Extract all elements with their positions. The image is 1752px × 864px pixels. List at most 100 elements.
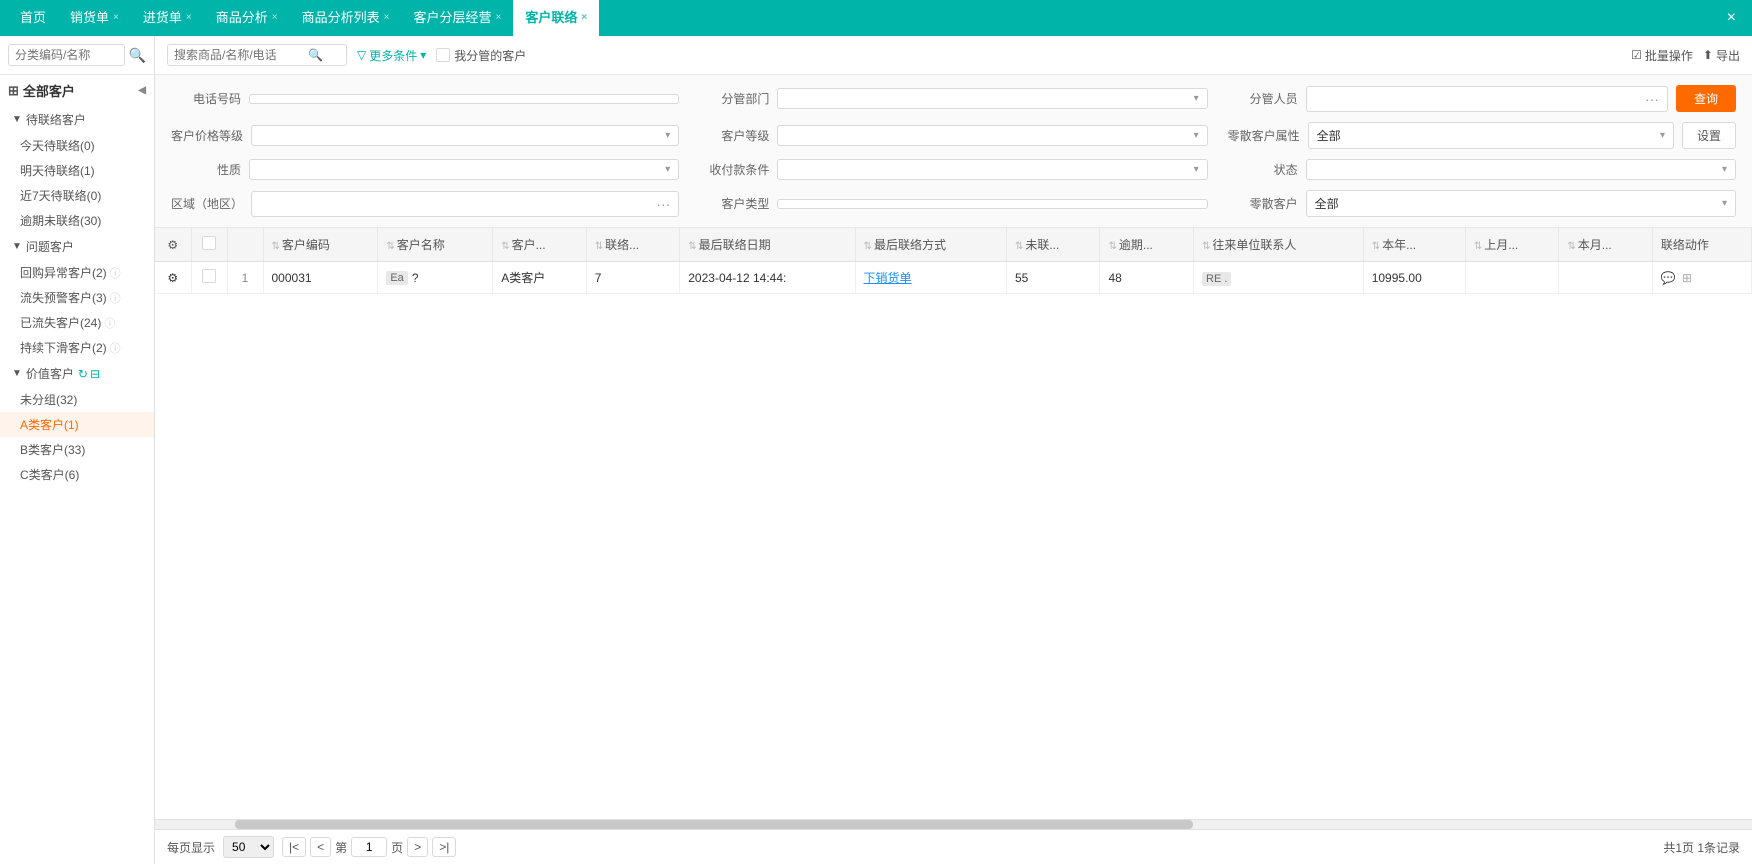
sidebar-search-icon[interactable]: 🔍 [129,47,146,64]
th-this-year[interactable]: ⇅本年... [1363,228,1465,262]
filter-retail-customer-control[interactable]: 全部▾ [1306,190,1736,217]
row-checkbox-cell[interactable] [191,262,227,294]
filter-dept-control[interactable]: ▾ [777,88,1207,109]
nav-sales-close[interactable]: × [113,0,119,36]
sidebar-search-input[interactable] [8,44,125,66]
sidebar-group-value[interactable]: ▼ 价值客户 ↻ ⊟ [0,360,154,387]
my-customers-checkbox[interactable] [436,48,450,62]
retail-attr-chevron-icon: ▾ [1660,130,1665,141]
filter-retail-attr-control[interactable]: 全部▾ [1308,122,1674,149]
sidebar-item-abnormal-repurchase[interactable]: 回购异常客户(2) ⓘ [0,260,154,285]
first-page-btn[interactable]: |< [282,837,306,857]
th-check[interactable] [191,228,227,262]
sidebar-item-b-class[interactable]: B类客户(33) [0,437,154,462]
th-code[interactable]: ⇅客户编码 [263,228,378,262]
filter-customer-type-control[interactable] [777,199,1207,209]
filter-price-level-control[interactable]: ▾ [251,125,679,146]
filter-region-control[interactable]: ··· [251,191,679,217]
th-customer-type[interactable]: ⇅客户... [493,228,587,262]
sidebar-item-7days-pending[interactable]: 近7天待联络(0) [0,183,154,208]
export-btn[interactable]: ⬆ 导出 [1703,47,1740,64]
th-gear[interactable]: ⚙ [155,228,191,262]
nav-customer-contact-close[interactable]: × [581,0,587,36]
sidebar-item-declining[interactable]: 持续下滑客户(2) ⓘ [0,335,154,360]
sidebar-item-ungrouped[interactable]: 未分组(32) [0,387,154,412]
nav-product-analysis-close[interactable]: × [272,0,278,36]
filter-search-icon[interactable]: 🔍 [308,48,323,62]
th-uncontacted[interactable]: ⇅未联... [1006,228,1100,262]
row-last-contact-method[interactable]: 下销货单 [855,262,1006,294]
filter-customer-level-control[interactable]: ▾ [777,125,1207,146]
last-page-btn[interactable]: >| [432,837,456,857]
nav-customer-stratification-close[interactable]: × [495,0,501,36]
nav-customer-stratification[interactable]: 客户分层经营 × [401,0,513,36]
th-last-month[interactable]: ⇅上月... [1465,228,1559,262]
th-last-contact-method[interactable]: ⇅最后联络方式 [855,228,1006,262]
sort-method-icon: ⇅ [864,241,872,252]
row-code[interactable]: 000031 [263,262,378,294]
sidebar-group-pending[interactable]: ▼ 待联络客户 [0,106,154,133]
more-conditions-btn[interactable]: ▽ 更多条件 ▾ [357,47,426,64]
my-customers-checkbox-area[interactable]: 我分管的客户 [436,47,526,64]
next-page-btn[interactable]: > [407,837,428,857]
filter-status-control[interactable]: ▾ [1306,159,1736,180]
retail-customer-chevron-icon: ▾ [1722,198,1727,209]
header-checkbox[interactable] [202,236,216,250]
th-name[interactable]: ⇅客户名称 [378,228,493,262]
close-all-tabs[interactable]: × [1719,9,1744,27]
row-checkbox[interactable] [202,269,216,283]
nav-product-analysis[interactable]: 商品分析 × [204,0,290,36]
sidebar-item-overdue[interactable]: 逾期未联络(30) [0,208,154,233]
query-button[interactable]: 查询 [1676,85,1736,112]
nav-home[interactable]: 首页 [8,0,58,36]
scrollbar-thumb[interactable] [235,820,1193,829]
th-overdue[interactable]: ⇅逾期... [1100,228,1194,262]
row-name[interactable]: Ea ? [378,262,493,294]
page-end-label: 页 [391,839,403,856]
last-contact-method-link[interactable]: 下销货单 [864,271,912,285]
refresh-value-icon[interactable]: ↻ [78,367,88,381]
nav-purchase[interactable]: 进货单 × [131,0,204,36]
chat-icon[interactable]: 💬 [1661,271,1676,285]
today-pending-label: 今天待联络(0) [20,137,95,154]
filter-person-control[interactable]: ··· [1306,86,1668,112]
grid-action-icon[interactable]: ⊞ [1682,271,1692,285]
overdue-label: 逾期未联络(30) [20,212,101,229]
sidebar-item-c-class[interactable]: C类客户(6) [0,462,154,487]
nav-product-analysis-list-close[interactable]: × [384,0,390,36]
nav-customer-contact[interactable]: 客户联络 × [513,0,599,36]
filter-nature-control[interactable]: ▾ [249,159,679,180]
filter-payment-control[interactable]: ▾ [777,159,1207,180]
row-gear[interactable]: ⚙ [155,262,191,294]
payment-chevron-icon: ▾ [1194,164,1199,175]
nav-sales[interactable]: 销货单 × [58,0,131,36]
sidebar-group-problem[interactable]: ▼ 问题客户 [0,233,154,260]
batch-operation-btn[interactable]: ☑ 批量操作 [1631,47,1693,64]
th-last-contact-date[interactable]: ⇅最后联络日期 [680,228,855,262]
filter-payment-label: 收付款条件 [699,161,769,178]
sidebar-item-churned[interactable]: 已流失客户(24) ⓘ [0,310,154,335]
th-partner-contact[interactable]: ⇅往来单位联系人 [1194,228,1364,262]
filter-customer-type: 客户类型 [699,190,1207,217]
prev-page-btn[interactable]: < [310,837,331,857]
nav-purchase-close[interactable]: × [186,0,192,36]
filter-search-input[interactable] [174,48,304,62]
collapse-sidebar-icon[interactable]: ◀ [138,85,146,96]
sidebar-all-customers[interactable]: ⊞ 全部客户 ◀ [0,75,154,106]
filter-phone-control[interactable] [249,94,679,104]
sidebar-item-tomorrow-pending[interactable]: 明天待联络(1) [0,158,154,183]
nav-product-analysis-list[interactable]: 商品分析列表 × [290,0,402,36]
per-page-select[interactable]: 50 20 100 [223,836,274,858]
filter-search-box[interactable]: 🔍 [167,44,347,66]
settings-button[interactable]: 设置 [1682,122,1736,149]
page-number-input[interactable] [351,837,387,857]
sidebar-item-churn-warning[interactable]: 流失预警客户(3) ⓘ [0,285,154,310]
horizontal-scrollbar[interactable] [155,819,1752,829]
settings-value-icon[interactable]: ⊟ [90,367,100,381]
filter-bar: 🔍 ▽ 更多条件 ▾ 我分管的客户 ☑ 批量操作 ⬆ 导出 [155,36,1752,75]
sidebar-item-today-pending[interactable]: 今天待联络(0) [0,133,154,158]
th-this-month[interactable]: ⇅本月... [1559,228,1653,262]
th-contact[interactable]: ⇅联络... [586,228,680,262]
filter-person: 分管人员 ··· 查询 [1228,85,1736,112]
sidebar-item-a-class[interactable]: A类客户(1) [0,412,154,437]
